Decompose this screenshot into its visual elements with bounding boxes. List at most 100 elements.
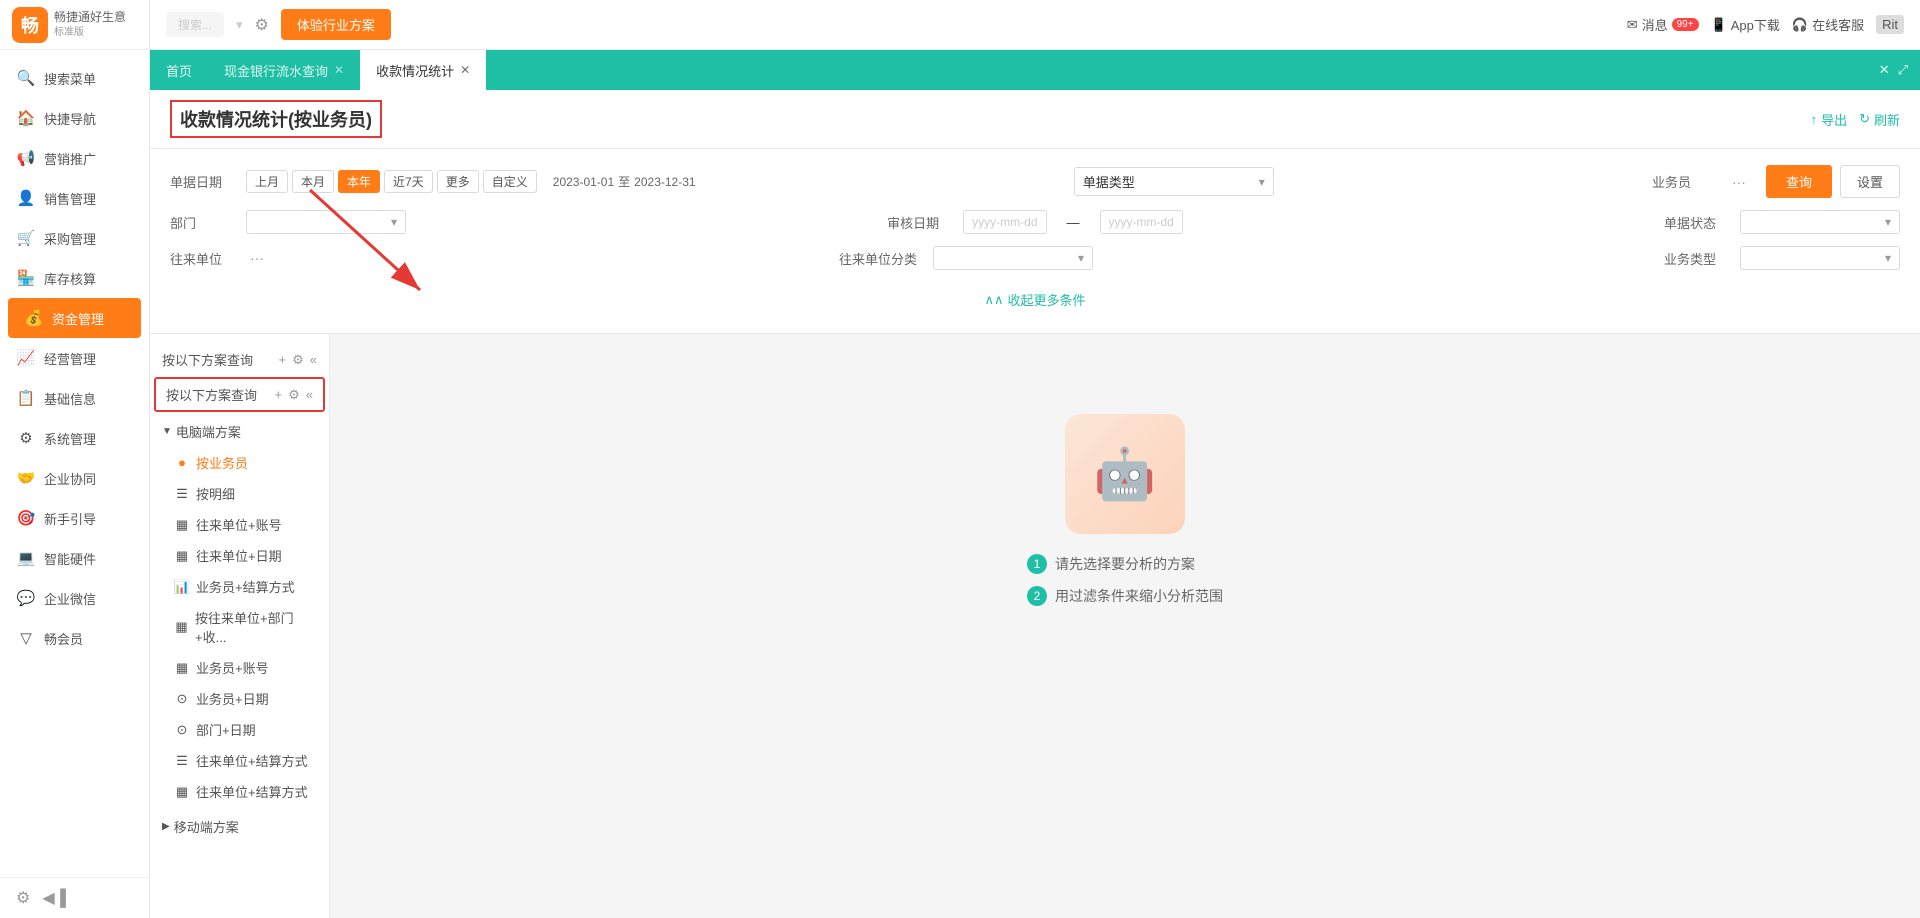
messages-badge: 99+ [1672,18,1699,31]
sidebar-item-purchase[interactable]: 🛒 采购管理 [0,218,149,258]
trial-button[interactable]: 体验行业方案 [281,9,391,40]
sidebar-item-search[interactable]: 🔍 搜索菜单 [0,58,149,98]
dept-select[interactable]: ▾ [246,210,406,234]
sidebar-item-member[interactable]: ▽ 畅会员 [0,618,149,658]
topbar-dropdown-icon[interactable]: ▾ [236,17,243,33]
doc-type-select[interactable]: 单据类型 ▾ [1074,167,1274,196]
date-range: 2023-01-01 至 2023-12-31 [553,173,696,190]
sidebar-item-inventory[interactable]: 🏪 库存核算 [0,258,149,298]
date-btn-this-month[interactable]: 本月 [292,170,334,193]
collapse-btn[interactable]: ∧∧ 收起更多条件 [170,282,1900,317]
sidebar-item-finance[interactable]: 💰 资金管理 [8,298,141,338]
scheme-mobile-expand-icon: ▶ [162,821,170,832]
salesperson-dots[interactable]: ··· [1732,174,1746,190]
tab-home[interactable]: 首页 [150,61,208,80]
scheme-item-7[interactable]: ⊙ 业务员+日期 [150,683,329,714]
sidebar-item-marketing[interactable]: 📢 营销推广 [0,138,149,178]
tab-cash-flow[interactable]: 现金银行流水查询 ✕ [208,50,360,90]
sidebar-item-basic[interactable]: 📋 基础信息 [0,378,149,418]
scheme-item-2[interactable]: ▦ 往来单位+账号 [150,509,329,540]
mobile-icon: 📱 [1711,17,1727,33]
sidebar-item-hardware[interactable]: 💻 智能硬件 [0,538,149,578]
scheme-item-3-icon: ▦ [174,548,190,564]
scheme-item-1[interactable]: ☰ 按明细 [150,478,329,509]
tab-close-all-icon[interactable]: ✕ [1879,62,1890,78]
date-btn-custom[interactable]: 自定义 [483,170,537,193]
user-avatar[interactable]: Rit [1876,15,1904,34]
sidebar-item-sales[interactable]: 👤 销售管理 [0,178,149,218]
scheme-item-5[interactable]: ▦ 按往来单位+部门+收... [150,602,329,652]
date-btn-more[interactable]: 更多 [437,170,479,193]
scheme-item-0[interactable]: ● 按业务员 [150,447,329,478]
scheme-item-3[interactable]: ▦ 往来单位+日期 [150,540,329,571]
sidebar-item-collab[interactable]: 🤝 企业协同 [0,458,149,498]
settings-btn[interactable]: 设置 [1840,165,1900,198]
sidebar-item-system-label: 系统管理 [44,429,96,448]
sidebar-item-wechat[interactable]: 💬 企业微信 [0,578,149,618]
scheme-settings-icon[interactable]: ⚙ [292,352,304,368]
scheme-item-8[interactable]: ⊙ 部门+日期 [150,714,329,745]
messages-btn[interactable]: ✉ 消息 99+ [1627,15,1699,34]
query-btn[interactable]: 查询 [1766,165,1832,198]
dept-arrow: ▾ [391,215,397,229]
home-icon: 🏠 [16,108,36,128]
tab-cash-flow-label: 现金银行流水查询 [224,61,328,80]
scheme-item-6[interactable]: ▦ 业务员+账号 [150,652,329,683]
sidebar-item-purchase-label: 采购管理 [44,229,96,248]
business-type-select[interactable]: ▾ [1740,246,1900,270]
sidebar-item-sales-label: 销售管理 [44,189,96,208]
scheme-item-7-icon: ⊙ [174,691,190,707]
salesperson-label: 业务员 [1652,172,1712,191]
app-download-btn[interactable]: 📱 App下载 [1711,15,1780,34]
empty-state: 🤖 1 请先选择要分析的方案 2 用过滤条件来缩小分析范围 [1027,414,1223,606]
export-btn[interactable]: ↑ 导出 [1811,110,1848,129]
scheme-item-9[interactable]: ☰ 往来单位+结算方式 [150,745,329,776]
sidebar-item-operations[interactable]: 📈 经营管理 [0,338,149,378]
date-btn-7days[interactable]: 近7天 [384,170,433,193]
settings-footer-icon[interactable]: ⚙ [16,888,30,908]
doc-status-select[interactable]: ▾ [1740,210,1900,234]
date-btn-this-year[interactable]: 本年 [338,170,380,193]
scheme-mobile-group-title[interactable]: ▶ 移动端方案 [150,811,329,842]
review-date-to[interactable]: yyyy-mm-dd [1100,210,1183,234]
sidebar-item-quicknav-label: 快捷导航 [44,109,96,128]
tab-cash-flow-close[interactable]: ✕ [334,63,344,77]
tab-maximize-icon[interactable]: ⤢ [1898,62,1908,78]
refresh-btn[interactable]: ↻ 刷新 [1859,110,1900,129]
scheme-add-icon[interactable]: + [279,352,287,368]
scheme-collapse-icon2[interactable]: « [306,387,313,403]
scheme-desktop-group-title[interactable]: ▼ 电脑端方案 [150,416,329,447]
sidebar-item-system[interactable]: ⚙ 系统管理 [0,418,149,458]
messages-label: 消息 [1642,15,1668,34]
topbar-search[interactable]: 搜索... [166,12,224,37]
topbar-gear-icon[interactable]: ⚙ [255,15,269,35]
review-date-from[interactable]: yyyy-mm-dd [963,210,1046,234]
topbar: 搜索... ▾ ⚙ 体验行业方案 ✉ 消息 99+ 📱 App下载 🎧 在线客服… [150,0,1920,50]
logo-area: 畅 畅捷通好生意 标准版 [0,0,149,50]
collapse-sidebar-icon[interactable]: ◀▐ [42,888,66,908]
date-btn-last-month[interactable]: 上月 [246,170,288,193]
scheme-add-icon2[interactable]: + [275,387,283,403]
online-service-btn[interactable]: 🎧 在线客服 [1792,15,1864,34]
scheme-item-8-icon: ⊙ [174,722,190,738]
scheme-collapse-icon[interactable]: « [310,352,317,368]
scheme-item-1-icon: ☰ [174,486,190,502]
empty-steps: 1 请先选择要分析的方案 2 用过滤条件来缩小分析范围 [1027,554,1223,606]
partner-category-select[interactable]: ▾ [933,246,1093,270]
scheme-desktop-expand-icon: ▼ [162,426,172,437]
message-icon: ✉ [1627,17,1638,33]
scheme-settings-icon2[interactable]: ⚙ [288,387,300,403]
sidebar-footer: ⚙ ◀▐ [0,877,149,918]
main-body: 按以下方案查询 + ⚙ « 按以下方案查询 + ⚙ [150,334,1920,918]
partner-dots[interactable]: ··· [250,250,264,266]
sidebar-item-guide[interactable]: 🎯 新手引导 [0,498,149,538]
tab-collection-close[interactable]: ✕ [460,63,470,77]
scheme-item-10[interactable]: ▦ 往来单位+结算方式 [150,776,329,807]
sidebar-item-quicknav[interactable]: 🏠 快捷导航 [0,98,149,138]
hardware-icon: 💻 [16,548,36,568]
filter-row-2: 部门 ▾ 审核日期 yyyy-mm-dd — yyyy-mm-dd [170,210,1900,234]
step-num-1: 1 [1027,554,1047,574]
partner-category-arrow: ▾ [1078,251,1084,265]
scheme-item-4[interactable]: 📊 业务员+结算方式 [150,571,329,602]
tab-collection[interactable]: 收款情况统计 ✕ [360,50,486,90]
